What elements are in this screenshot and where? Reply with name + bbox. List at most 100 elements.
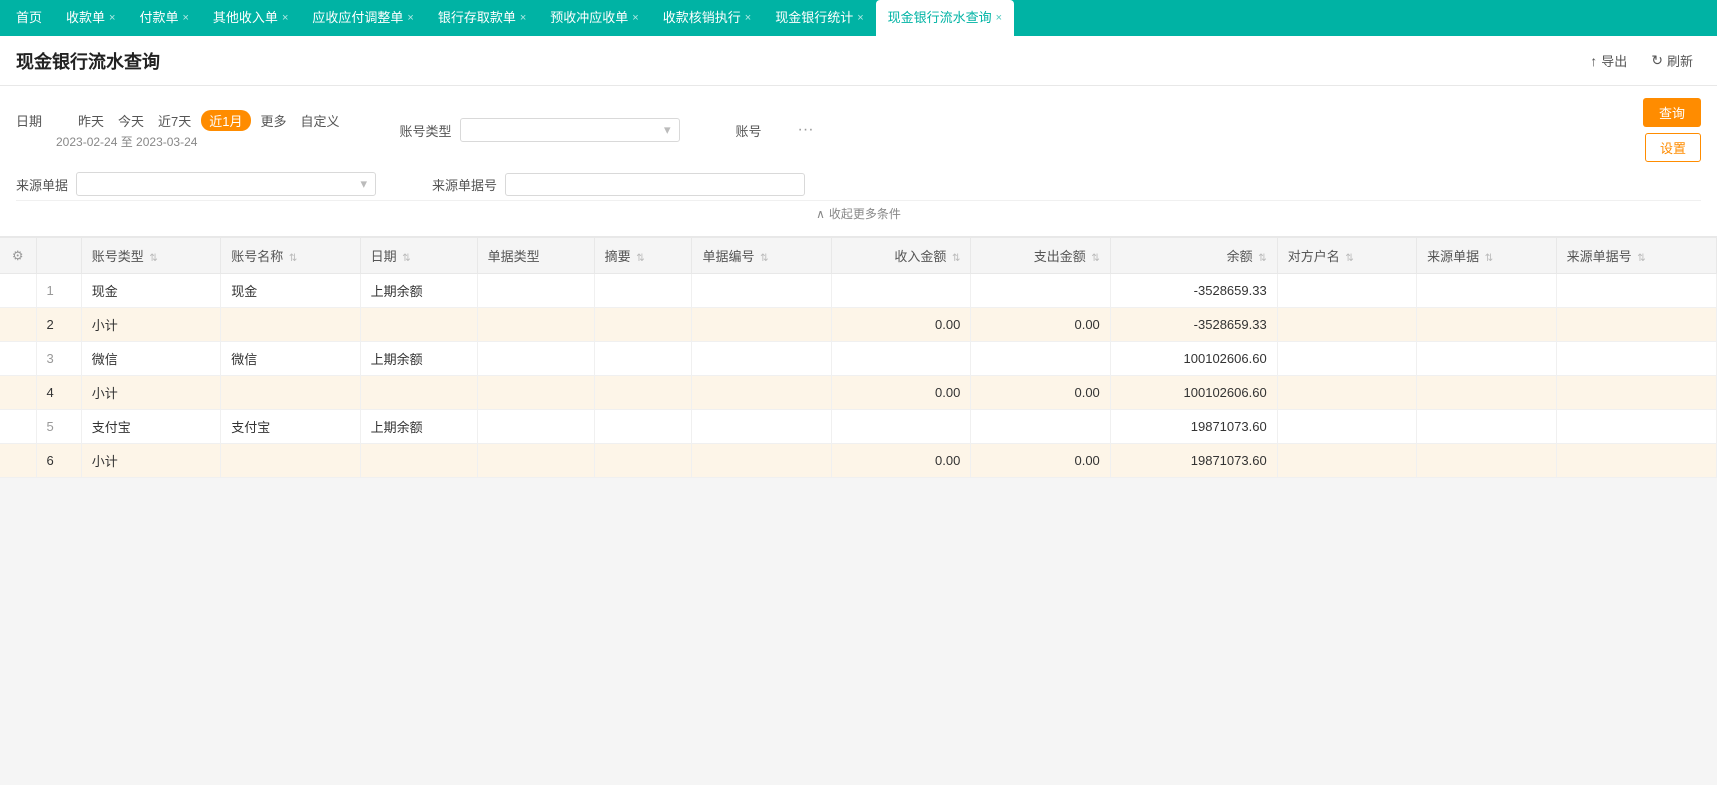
col-account-name-cell: 现金 [221,274,360,308]
table-row: 4小计0.000.00100102606.60 [0,376,1717,410]
col-income[interactable]: 收入金额 ⇅ [831,238,970,274]
account-dots-button[interactable]: ··· [794,121,818,139]
filter-row-1: 日期 昨天 今天 近7天 近1月 更多 自定义 2023-02-24 至 202… [16,98,1701,162]
col-doc-no[interactable]: 单据编号 ⇅ [692,238,831,274]
account-type-label: 账号类型 [400,121,452,140]
export-button[interactable]: ↑ 导出 [1582,47,1635,74]
nav-item-payment-close[interactable]: × [182,0,188,36]
col-source-doc-no[interactable]: 来源单据号 ⇅ [1556,238,1716,274]
date-opt-7days[interactable]: 近7天 [154,110,195,131]
nav-item-bank-deposit-label: 银行存取款单 [438,0,516,36]
date-options: 昨天 今天 近7天 近1月 更多 自定义 [74,110,344,131]
col-counterpart-label: 对方户名 [1288,249,1340,264]
nav-item-payment-label: 付款单 [139,0,178,36]
col-account-name-label: 账号名称 [231,249,283,264]
col-counterpart-sort-icon: ⇅ [1345,253,1353,264]
col-summary-label: 摘要 [605,249,631,264]
nav-item-cash-bank-stat-label: 现金银行统计 [775,0,853,36]
col-doc-type-cell [477,308,594,342]
col-doc-no-cell [692,376,831,410]
nav-item-receipt[interactable]: 收款单 × [54,0,127,36]
nav-item-cash-bank-stat-close[interactable]: × [857,0,863,36]
col-counterpart-cell [1277,376,1416,410]
col-doc-no-cell [692,444,831,478]
nav-item-other-income-close[interactable]: × [282,0,288,36]
col-doc-no-cell [692,410,831,444]
col-source-doc-no-cell [1556,274,1716,308]
source-doc-no-label: 来源单据号 [432,175,497,194]
settings-button[interactable]: 设置 [1645,133,1701,162]
date-range-display: 2023-02-24 至 2023-03-24 [56,135,197,149]
nav-item-prepay-offset-close[interactable]: × [632,0,638,36]
col-num-cell: 4 [36,376,81,410]
nav-item-ar-ap-adjust-close[interactable]: × [407,0,413,36]
nav-item-prepay-offset[interactable]: 预收冲应收单 × [538,0,650,36]
col-balance-cell: 19871073.60 [1110,444,1277,478]
col-doc-no-cell [692,308,831,342]
refresh-button[interactable]: ↻ 刷新 [1643,47,1701,74]
nav-item-home-label: 首页 [16,0,42,36]
col-source-doc-sort-icon: ⇅ [1485,253,1493,264]
col-num-cell: 2 [36,308,81,342]
nav-item-bank-deposit[interactable]: 银行存取款单 × [426,0,538,36]
col-balance-cell: 19871073.60 [1110,410,1277,444]
col-account-name[interactable]: 账号名称 ⇅ [221,238,360,274]
col-date-sort-icon: ⇅ [402,253,410,264]
col-source-doc-cell [1417,274,1556,308]
col-source-doc-no-sort-icon: ⇅ [1637,253,1645,264]
col-date-cell [360,376,477,410]
col-num-cell: 3 [36,342,81,376]
col-summary-cell [594,410,692,444]
nav-item-collect-verify-close[interactable]: × [745,0,751,36]
nav-item-home[interactable]: 首页 [4,0,54,36]
nav-item-ar-ap-adjust-label: 应收应付调整单 [312,0,403,36]
nav-item-collect-verify[interactable]: 收款核销执行 × [651,0,763,36]
col-gear-cell [0,410,36,444]
source-doc-no-filter-group: 来源单据号 [432,173,805,196]
col-account-type-cell: 小计 [81,308,220,342]
col-source-doc[interactable]: 来源单据 ⇅ [1417,238,1556,274]
collapse-filters-button[interactable]: ∧ 收起更多条件 [16,200,1701,228]
nav-item-ar-ap-adjust[interactable]: 应收应付调整单 × [300,0,425,36]
col-counterpart[interactable]: 对方户名 ⇅ [1277,238,1416,274]
nav-item-cash-bank-flow[interactable]: 现金银行流水查询 × [876,0,1014,36]
col-date[interactable]: 日期 ⇅ [360,238,477,274]
gear-icon[interactable]: ⚙ [12,248,24,263]
col-summary[interactable]: 摘要 ⇅ [594,238,692,274]
date-opt-more[interactable]: 更多 [257,110,291,131]
date-opt-custom[interactable]: 自定义 [297,110,344,131]
col-account-type[interactable]: 账号类型 ⇅ [81,238,220,274]
nav-item-receipt-close[interactable]: × [109,0,115,36]
nav-item-payment[interactable]: 付款单 × [127,0,200,36]
source-doc-chevron-icon: ▾ [360,176,367,192]
date-opt-today[interactable]: 今天 [114,110,148,131]
page-header: 现金银行流水查询 ↑ 导出 ↻ 刷新 [0,36,1717,86]
nav-item-cash-bank-stat[interactable]: 现金银行统计 × [763,0,875,36]
col-expense[interactable]: 支出金额 ⇅ [971,238,1110,274]
table-row: 5支付宝支付宝上期余额19871073.60 [0,410,1717,444]
col-doc-no-label: 单据编号 [702,249,754,264]
col-doc-no-sort-icon: ⇅ [760,253,768,264]
nav-item-bank-deposit-close[interactable]: × [520,0,526,36]
col-expense-cell [971,410,1110,444]
col-balance[interactable]: 余额 ⇅ [1110,238,1277,274]
col-doc-no-cell [692,274,831,308]
nav-item-cash-bank-flow-close[interactable]: × [996,0,1002,36]
col-balance-cell: 100102606.60 [1110,376,1277,410]
col-income-cell [831,410,970,444]
col-doc-type-cell [477,342,594,376]
date-opt-1month[interactable]: 近1月 [201,110,250,131]
col-account-name-cell [221,376,360,410]
date-opt-yesterday[interactable]: 昨天 [74,110,108,131]
col-summary-cell [594,274,692,308]
query-button[interactable]: 查询 [1643,98,1701,127]
col-num-cell: 5 [36,410,81,444]
refresh-label: 刷新 [1667,51,1693,70]
col-income-cell: 0.00 [831,308,970,342]
nav-item-other-income[interactable]: 其他收入单 × [201,0,300,36]
source-doc-no-input[interactable] [505,173,805,196]
source-doc-select[interactable]: ▾ [76,172,376,196]
data-table: ⚙ 账号类型 ⇅ 账号名称 ⇅ 日期 ⇅ 单据类型 [0,237,1717,478]
account-type-select[interactable]: ▾ [460,118,680,142]
col-expense-label: 支出金额 [1034,249,1086,264]
